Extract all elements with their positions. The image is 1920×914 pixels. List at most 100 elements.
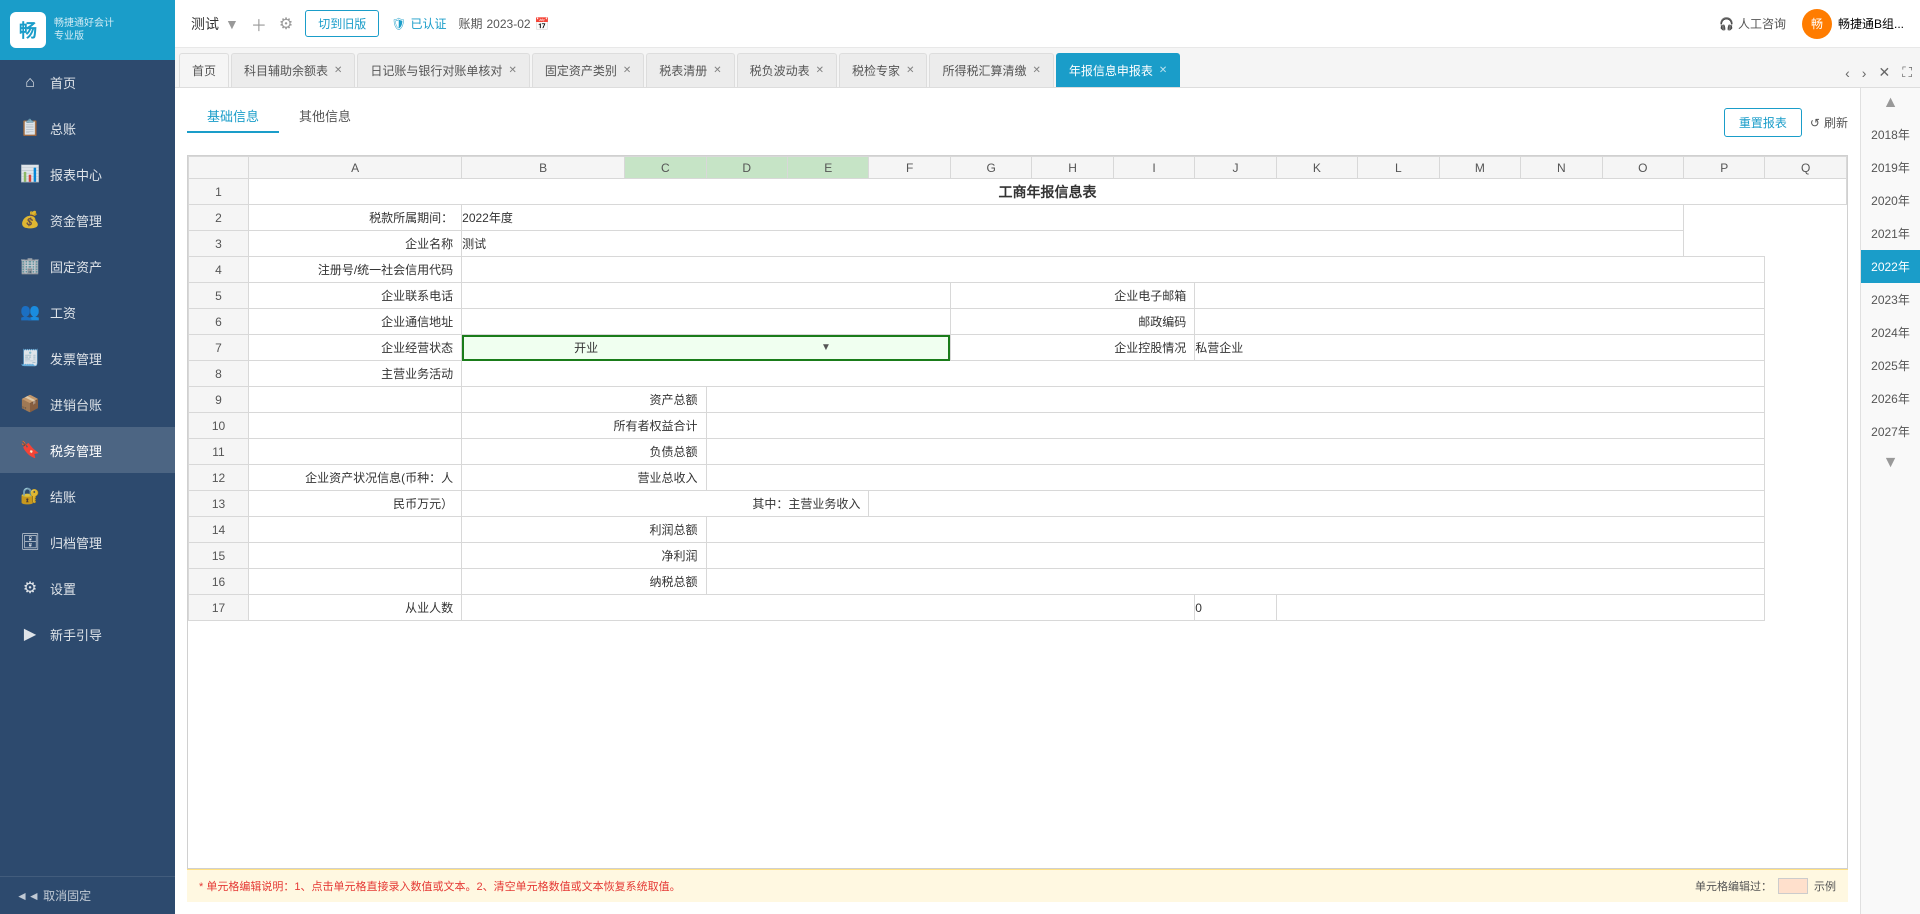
tab-tax_wave[interactable]: 税负波动表 ✕ [737,53,837,87]
refresh-icon: ↺ [1810,116,1820,130]
tab-close-tax_wave[interactable]: ✕ [816,65,824,76]
logo: 畅 畅捷通好会计 专业版 [0,0,175,60]
tab-close-income_tax[interactable]: ✕ [1032,65,1040,76]
row-header-15: 15 [189,543,249,569]
year-up-button[interactable]: ▲ [1881,92,1901,114]
subtab-other[interactable]: 其他信息 [279,100,371,133]
tab-close-tax_return[interactable]: ✕ [713,65,721,76]
sidebar-item-reports[interactable]: 📊报表中心 [0,151,175,197]
sidebar-item-guide[interactable]: ▶新手引导 [0,611,175,657]
cell-17-0.819616831018689 [1276,595,1765,621]
content-area: 基础信息其他信息 重置报表 ↺ 刷新 ABCDEFGHIJKLMNOPQ [175,88,1920,914]
year-item-2020年[interactable]: 2020年 [1861,184,1920,217]
tab-label-income_tax: 所得税汇算清缴 [942,62,1026,79]
col-header-P: P [1683,157,1764,179]
sidebar-item-settle[interactable]: 🔐结账 [0,473,175,519]
cell-16-0.8203726573412666 [249,569,462,595]
refresh-button[interactable]: ↺ 刷新 [1810,114,1848,131]
sidebar-icon-tax: 🔖 [20,440,40,460]
col-header-O: O [1602,157,1683,179]
cell-3-0.9591080395056892: 企业名称 [249,231,462,257]
spreadsheet-wrapper[interactable]: ABCDEFGHIJKLMNOPQ 1工商年报信息表2税款所属期间：2022年度… [187,155,1848,869]
row-header-3: 3 [189,231,249,257]
row-header-13: 13 [189,491,249,517]
year-down-button[interactable]: ▼ [1881,452,1901,474]
tab-close-annual[interactable]: ✕ [1159,65,1167,76]
cell-17-0.27422143711799707 [462,595,1195,621]
tab-aux[interactable]: 科目辅助余额表✕ [231,53,355,87]
cell-10-0.4116584588281148 [706,413,1765,439]
sidebar-item-tax[interactable]: 🔖税务管理 [0,427,175,473]
col-header-I: I [1113,157,1194,179]
year-item-2023年[interactable]: 2023年 [1861,283,1920,316]
cell-5-0.40962264994922526 [462,283,951,309]
sidebar-item-salary[interactable]: 👥工资 [0,289,175,335]
cell-8-0.6371767790196485 [462,361,1765,387]
col-header-D: D [706,157,787,179]
pin-toggle[interactable]: ◄◄ 取消固定 [0,876,175,914]
tab-label-tax_wave: 税负波动表 [750,62,810,79]
reset-button[interactable]: 重置报表 [1724,108,1802,137]
tab-close-tax_expert[interactable]: ✕ [906,65,914,76]
sidebar-item-archive[interactable]: 🗄归档管理 [0,519,175,565]
year-item-2026年[interactable]: 2026年 [1861,382,1920,415]
year-item-2025年[interactable]: 2025年 [1861,349,1920,382]
year-item-2019年[interactable]: 2019年 [1861,151,1920,184]
tab-label-tax_return: 税表清册 [659,62,707,79]
sidebar-item-finance[interactable]: 💰资金管理 [0,197,175,243]
tab-journal[interactable]: 日记账与银行对账单核对✕ [357,53,529,87]
cell-6-0.7727869125821046 [462,309,951,335]
cell-6-0.9213791086446489: 邮政编码 [950,309,1194,335]
period-display: 账期 2023-02 📅 [458,15,549,32]
col-header-L: L [1358,157,1439,179]
cell-12-0.4778038790634309: 营业总收入 [462,465,706,491]
tab-fixed_cat[interactable]: 固定资产类别✕ [532,53,644,87]
row-header-12: 12 [189,465,249,491]
year-panel: ▲ 2018年2019年2020年2021年2022年2023年2024年202… [1860,88,1920,914]
cell-7-0.14450526753360793[interactable]: 开业▼ [462,335,951,361]
tab-close-button[interactable]: ✕ [1874,62,1894,83]
tab-label-annual: 年报信息申报表 [1069,62,1153,79]
tab-prev-button[interactable]: ‹ [1841,63,1854,83]
sidebar-item-home[interactable]: ⌂首页 [0,60,175,105]
sidebar-item-inventory[interactable]: 📦进销台账 [0,381,175,427]
year-item-2021年[interactable]: 2021年 [1861,217,1920,250]
cell-12-0.7343169823506133 [706,465,1765,491]
tab-expand-button[interactable]: ⛶ [1898,62,1916,83]
sidebar-item-invoice[interactable]: 🧾发票管理 [0,335,175,381]
row-header-9: 9 [189,387,249,413]
tab-home[interactable]: 首页 [179,53,229,87]
tab-close-aux[interactable]: ✕ [334,65,342,76]
sidebar-item-fixed[interactable]: 🏢固定资产 [0,243,175,289]
tab-next-button[interactable]: › [1858,63,1871,83]
cell-14-0.34859219977000777 [249,517,462,543]
subtab-basic[interactable]: 基础信息 [187,100,279,133]
service-button[interactable]: 🎧 人工咨询 [1719,15,1786,32]
year-item-2024年[interactable]: 2024年 [1861,316,1920,349]
add-icon[interactable]: ＋ [251,12,267,36]
sidebar-item-settings[interactable]: ⚙设置 [0,565,175,611]
col-header-Q: Q [1765,157,1847,179]
year-item-2022年[interactable]: 2022年 [1861,250,1920,283]
year-item-2027年[interactable]: 2027年 [1861,415,1920,448]
tab-close-fixed_cat[interactable]: ✕ [623,65,631,76]
tab-annual[interactable]: 年报信息申报表 ✕ [1056,53,1180,87]
user-menu[interactable]: 畅 畅捷通B组... [1802,9,1904,39]
year-item-2018年[interactable]: 2018年 [1861,118,1920,151]
tab-tax_return[interactable]: 税表清册 ✕ [646,53,734,87]
row-header-8: 8 [189,361,249,387]
company-name[interactable]: 测试 ▼ [191,14,239,34]
sidebar-icon-home: ⌂ [20,74,40,92]
calendar-icon[interactable]: 📅 [535,17,550,31]
col-header-G: G [950,157,1031,179]
cell-15-0.23100207666989003 [706,543,1765,569]
settings-icon[interactable]: ⚙ [279,14,293,34]
tab-income_tax[interactable]: 所得税汇算清缴 ✕ [929,53,1053,87]
row-header-2: 2 [189,205,249,231]
tab-close-journal[interactable]: ✕ [508,65,516,76]
switch-version-button[interactable]: 切到旧版 [305,10,379,37]
col-header-F: F [869,157,950,179]
sidebar-item-ledger[interactable]: 📋总账 [0,105,175,151]
year-nav: ▲ [1861,88,1920,118]
tab-tax_expert[interactable]: 税检专家✕ [839,53,927,87]
